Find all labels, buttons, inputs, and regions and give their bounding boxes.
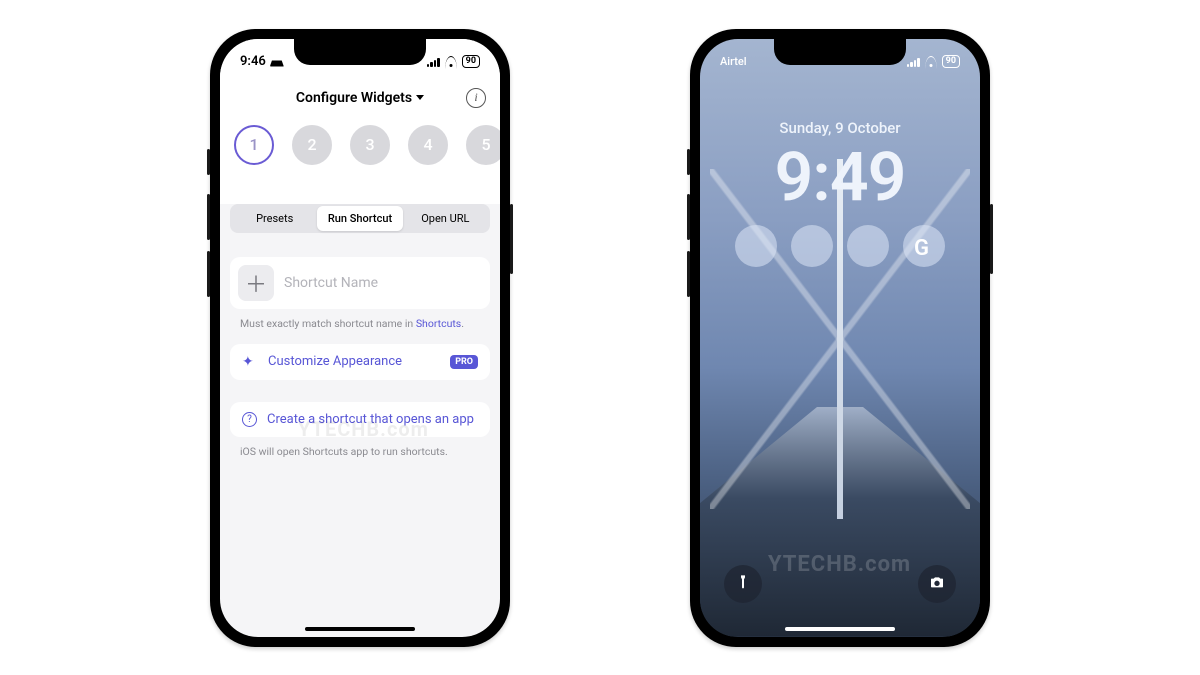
create-shortcut-label: Create a shortcut that opens an app: [267, 412, 478, 427]
hint-text: Must exactly match shortcut name in: [240, 317, 416, 330]
customize-appearance-label: Customize Appearance: [268, 354, 440, 369]
content-area: Presets Run Shortcut Open URL ＋ Shortcut…: [220, 204, 500, 637]
widget-stats[interactable]: [847, 225, 889, 267]
phone-mockup-right: Airtel 90 Sunday, 9 October 9:49 G: [690, 29, 990, 647]
home-indicator[interactable]: [785, 627, 895, 631]
carrier-label: Airtel: [720, 55, 747, 68]
segment-presets[interactable]: Presets: [232, 206, 317, 231]
hint-text-suffix: .: [461, 317, 464, 330]
home-indicator[interactable]: [305, 627, 415, 631]
plus-icon[interactable]: ＋: [238, 265, 274, 301]
segment-run-shortcut[interactable]: Run Shortcut: [317, 206, 402, 231]
silent-switch: [207, 149, 210, 175]
widget-slot-selector: 1 2 3 4 5: [220, 125, 500, 165]
title-dropdown[interactable]: Configure Widgets: [296, 90, 424, 106]
cellular-signal-icon: [427, 57, 440, 67]
wifi-icon: [924, 57, 938, 67]
segment-open-url[interactable]: Open URL: [403, 206, 488, 231]
pro-badge: PRO: [450, 355, 478, 369]
widget-slot-1[interactable]: 1: [234, 125, 274, 165]
volume-up: [687, 194, 690, 240]
lock-screen-date: Sunday, 9 October: [700, 119, 980, 137]
notch: [294, 39, 426, 65]
shortcut-name-placeholder: Shortcut Name: [284, 275, 482, 291]
power-button: [990, 204, 993, 274]
shortcut-name-field[interactable]: ＋ Shortcut Name: [230, 257, 490, 309]
shortcuts-link[interactable]: Shortcuts: [416, 317, 461, 330]
widget-google[interactable]: G: [903, 225, 945, 267]
notch: [774, 39, 906, 65]
lock-screen-time: 9:49: [700, 137, 980, 217]
battery-level: 90: [462, 55, 480, 68]
silent-switch: [687, 149, 690, 175]
app-header: Configure Widgets i: [220, 81, 500, 115]
wifi-icon: [444, 57, 458, 67]
lock-screen[interactable]: Airtel 90 Sunday, 9 October 9:49 G: [700, 39, 980, 637]
question-icon: ?: [242, 412, 257, 427]
battery-level: 90: [942, 55, 960, 68]
camera-icon: [929, 574, 945, 594]
cellular-signal-icon: [907, 57, 920, 67]
sparkle-icon: ✦: [242, 354, 258, 370]
widget-slot-2[interactable]: 2: [292, 125, 332, 165]
widget-slot-5[interactable]: 5: [466, 125, 500, 165]
volume-down: [687, 251, 690, 297]
widget-slot-3[interactable]: 3: [350, 125, 390, 165]
mode-segmented-control: Presets Run Shortcut Open URL: [230, 204, 490, 233]
create-shortcut-row[interactable]: ? Create a shortcut that opens an app: [230, 402, 490, 437]
lock-screen-widgets: G: [700, 225, 980, 267]
camera-button[interactable]: [918, 565, 956, 603]
widget-slot-4[interactable]: 4: [408, 125, 448, 165]
widget-music[interactable]: [735, 225, 777, 267]
widget-stack[interactable]: [791, 225, 833, 267]
hint-match: Must exactly match shortcut name in Shor…: [230, 315, 490, 344]
google-g-icon: G: [914, 236, 934, 256]
customize-appearance-row[interactable]: ✦ Customize Appearance PRO: [230, 344, 490, 380]
status-time: 9:46: [240, 54, 266, 69]
power-button: [510, 204, 513, 274]
page-title: Configure Widgets: [296, 90, 412, 106]
flashlight-button[interactable]: [724, 565, 762, 603]
volume-up: [207, 194, 210, 240]
info-button[interactable]: i: [466, 88, 486, 108]
flashlight-icon: [735, 574, 751, 594]
screen-configure-widgets: 9:46 90 Configure Widgets i 1 2 3 4 5: [220, 39, 500, 637]
driving-focus-icon: [270, 57, 284, 67]
phone-mockup-left: 9:46 90 Configure Widgets i 1 2 3 4 5: [210, 29, 510, 647]
hint-open-shortcuts: iOS will open Shortcuts app to run short…: [230, 443, 490, 472]
volume-down: [207, 251, 210, 297]
chevron-down-icon: [416, 95, 424, 100]
